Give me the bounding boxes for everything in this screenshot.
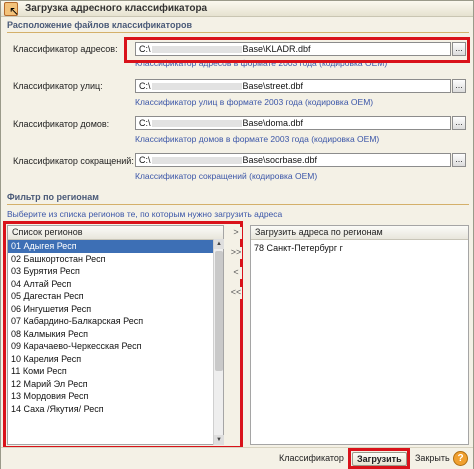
doma-hint: Классификатор домов в формате 2003 года … (135, 134, 380, 144)
regions-list-header: Список регионов (8, 226, 223, 240)
list-item[interactable]: 05 Дагестан Респ (8, 290, 223, 303)
street-path-input[interactable]: C:\ Base\street.dbf (135, 79, 451, 93)
list-item[interactable]: 78 Санкт-Петербург г (251, 242, 468, 255)
scroll-down-icon[interactable]: ▼ (214, 435, 224, 445)
list-item[interactable]: 06 Ингушетия Респ (8, 303, 223, 316)
blurred-path (151, 83, 242, 91)
kladr-browse-button[interactable]: ... (452, 42, 466, 56)
regions-list[interactable]: Список регионов 01 Адыгея Респ 02 Башкор… (7, 225, 224, 445)
scroll-thumb[interactable] (215, 251, 223, 371)
list-item[interactable]: 13 Мордовия Респ (8, 390, 223, 403)
list-item[interactable]: 11 Коми Респ (8, 365, 223, 378)
classifier-button[interactable]: Классификатор (275, 452, 348, 466)
doma-browse-button[interactable]: ... (452, 116, 466, 130)
title-bar: ↖ Загрузка адресного классификатора (1, 1, 473, 17)
remove-region-button[interactable]: < (230, 267, 242, 279)
list-item[interactable]: 08 Калмыкия Респ (8, 328, 223, 341)
window-title: Загрузка адресного классификатора (25, 3, 208, 14)
files-section-header: Расположение файлов классификаторов (7, 20, 469, 33)
filter-section-header: Фильтр по регионам (7, 192, 469, 205)
list-item[interactable]: 09 Карачаево-Черкесская Респ (8, 340, 223, 353)
street-label: Классификатор улиц: (13, 81, 103, 91)
add-region-button[interactable]: > (230, 227, 242, 239)
kladr-hint: Классификатор адресов в формате 2003 год… (135, 58, 388, 68)
list-item[interactable]: 10 Карелия Респ (8, 353, 223, 366)
scroll-up-icon[interactable]: ▲ (214, 239, 224, 249)
street-hint: Классификатор улиц в формате 2003 года (… (135, 97, 374, 107)
load-button[interactable]: Загрузить (352, 452, 407, 466)
blurred-path (151, 120, 242, 128)
load-regions-list-header: Загрузить адреса по регионам (251, 226, 468, 240)
dialog-window: ↖ Загрузка адресного классификатора Расп… (0, 0, 474, 469)
regions-list-items: 01 Адыгея Респ 02 Башкортостан Респ 03 Б… (8, 240, 223, 415)
list-item[interactable]: 12 Марий Эл Респ (8, 378, 223, 391)
blurred-path (151, 46, 242, 54)
add-all-regions-button[interactable]: >> (230, 247, 242, 259)
doma-path-input[interactable]: C:\ Base\doma.dbf (135, 116, 451, 130)
mouse-cursor-icon: ↖ (9, 4, 20, 18)
help-icon[interactable]: ? (453, 451, 468, 466)
socrbase-label: Классификатор сокращений: (13, 156, 134, 166)
socrbase-browse-button[interactable]: ... (452, 153, 466, 167)
filter-hint: Выберите из списка регионов те, по котор… (7, 209, 283, 219)
socrbase-path-input[interactable]: C:\ Base\socrbase.dbf (135, 153, 451, 167)
kladr-path-input[interactable]: C:\ Base\KLADR.dbf (135, 42, 451, 56)
list-item[interactable]: 03 Бурятия Респ (8, 265, 223, 278)
load-regions-list[interactable]: Загрузить адреса по регионам 78 Санкт-Пе… (250, 225, 469, 445)
doma-label: Классификатор домов: (13, 119, 110, 129)
regions-scrollbar[interactable]: ▲ ▼ (213, 239, 224, 445)
socrbase-hint: Классификатор сокращений (кодировка OEM) (135, 171, 318, 181)
list-item[interactable]: 01 Адыгея Респ (8, 240, 223, 253)
list-item[interactable]: 07 Кабардино-Балкарская Респ (8, 315, 223, 328)
list-item[interactable]: 04 Алтай Респ (8, 278, 223, 291)
kladr-label: Классификатор адресов: (13, 44, 118, 54)
list-item[interactable]: 02 Башкортостан Респ (8, 253, 223, 266)
remove-all-regions-button[interactable]: << (230, 287, 242, 299)
blurred-path (151, 157, 242, 165)
list-item[interactable]: 14 Саха /Якутия/ Респ (8, 403, 223, 416)
close-button[interactable]: Закрыть (411, 452, 454, 466)
street-browse-button[interactable]: ... (452, 79, 466, 93)
